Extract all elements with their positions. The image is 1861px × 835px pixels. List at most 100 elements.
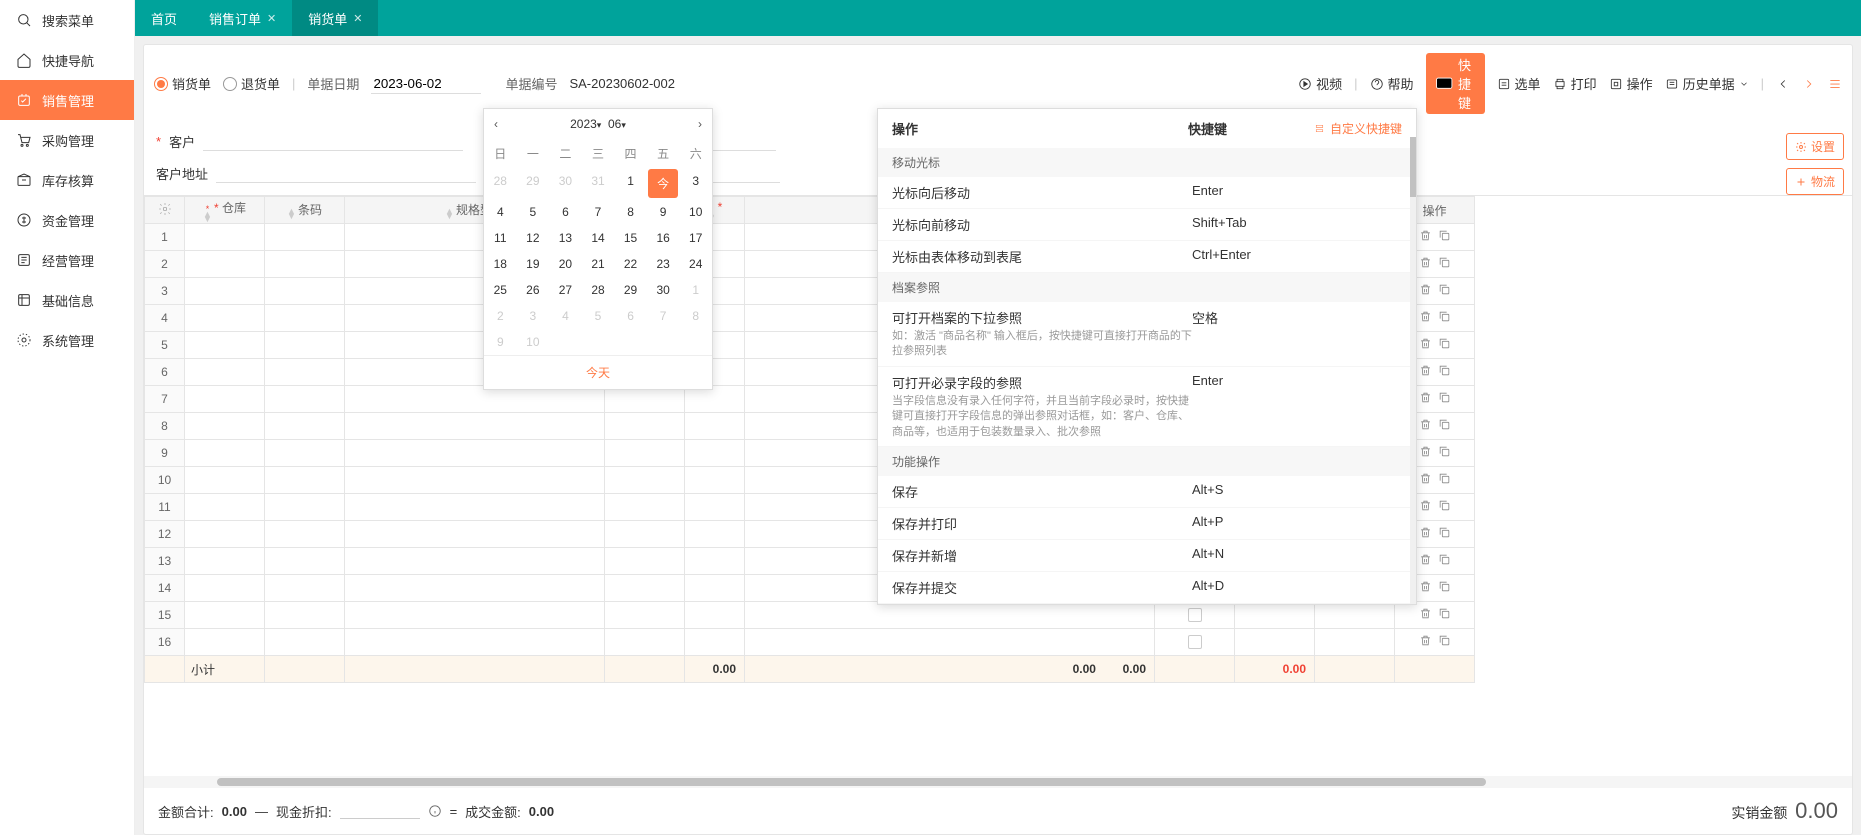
cal-today-btn[interactable]: 今天	[484, 355, 712, 389]
tab-首页[interactable]: 首页	[135, 0, 193, 36]
delete-icon[interactable]	[1419, 445, 1432, 458]
cal-day-next[interactable]: 2	[484, 303, 517, 329]
cal-day-next[interactable]: 1	[679, 277, 712, 303]
delete-icon[interactable]	[1419, 229, 1432, 242]
sidebar-item-cart[interactable]: 采购管理	[0, 120, 134, 160]
delete-icon[interactable]	[1419, 526, 1432, 539]
copy-icon[interactable]	[1438, 580, 1451, 593]
sidebar-item-home[interactable]: 快捷导航	[0, 40, 134, 80]
sidebar-item-stock[interactable]: 库存核算	[0, 160, 134, 200]
cal-day[interactable]: 19	[517, 251, 550, 277]
sc-scrollbar[interactable]	[1410, 137, 1416, 604]
cal-day[interactable]: 20	[549, 251, 582, 277]
help-link[interactable]: 帮助	[1370, 74, 1414, 93]
cal-day[interactable]: 17	[679, 225, 712, 251]
cal-day-today[interactable]: 今	[648, 169, 679, 198]
cal-day[interactable]: 13	[549, 225, 582, 251]
copy-icon[interactable]	[1438, 607, 1451, 620]
sidebar-item-sys[interactable]: 系统管理	[0, 320, 134, 360]
tab-销货单[interactable]: 销货单✕	[292, 0, 378, 36]
cal-day[interactable]: 18	[484, 251, 517, 277]
sidebar-item-search[interactable]: 搜索菜单	[0, 0, 134, 40]
history-link[interactable]: 历史单据	[1665, 74, 1749, 93]
cal-day-prev[interactable]: 30	[549, 168, 582, 199]
cal-day-next[interactable]: 6	[614, 303, 647, 329]
radio-return[interactable]: 退货单	[223, 74, 280, 93]
sidebar-item-base[interactable]: 基础信息	[0, 280, 134, 320]
settings-button[interactable]: 设置	[1786, 133, 1844, 160]
cal-day[interactable]: 16	[647, 225, 680, 251]
cal-day-prev[interactable]: 31	[582, 168, 615, 199]
gift-checkbox[interactable]	[1188, 608, 1202, 622]
customer-input[interactable]	[203, 131, 463, 151]
copy-icon[interactable]	[1438, 418, 1451, 431]
cal-day-next[interactable]: 4	[549, 303, 582, 329]
cal-day[interactable]: 28	[582, 277, 615, 303]
gift-checkbox[interactable]	[1188, 635, 1202, 649]
nav-prev[interactable]	[1776, 77, 1790, 91]
cal-day-next[interactable]: 3	[517, 303, 550, 329]
close-icon[interactable]: ✕	[353, 12, 362, 25]
copy-icon[interactable]	[1438, 310, 1451, 323]
delete-icon[interactable]	[1419, 607, 1432, 620]
operate-link[interactable]: 操作	[1609, 74, 1653, 93]
table-row[interactable]: 15	[145, 602, 1475, 629]
copy-icon[interactable]	[1438, 283, 1451, 296]
sidebar-item-biz[interactable]: 经营管理	[0, 240, 134, 280]
cal-day[interactable]: 3	[679, 168, 712, 199]
cal-day[interactable]: 10	[679, 199, 712, 225]
delete-icon[interactable]	[1419, 472, 1432, 485]
tab-销售订单[interactable]: 销售订单✕	[193, 0, 292, 36]
cal-day-next[interactable]: 5	[582, 303, 615, 329]
nav-next[interactable]	[1802, 77, 1816, 91]
delete-icon[interactable]	[1419, 634, 1432, 647]
radio-sales[interactable]: 销货单	[154, 74, 211, 93]
delete-icon[interactable]	[1419, 256, 1432, 269]
date-input[interactable]	[371, 74, 481, 94]
sidebar-item-sales[interactable]: 销售管理	[0, 80, 134, 120]
cal-day[interactable]: 25	[484, 277, 517, 303]
delete-icon[interactable]	[1419, 418, 1432, 431]
copy-icon[interactable]	[1438, 391, 1451, 404]
copy-icon[interactable]	[1438, 256, 1451, 269]
cal-prev[interactable]: ‹	[494, 117, 498, 131]
cal-day[interactable]: 21	[582, 251, 615, 277]
copy-icon[interactable]	[1438, 526, 1451, 539]
nav-list[interactable]	[1828, 77, 1842, 91]
delete-icon[interactable]	[1419, 499, 1432, 512]
cal-day[interactable]: 15	[614, 225, 647, 251]
cal-day[interactable]: 12	[517, 225, 550, 251]
cal-day[interactable]: 6	[549, 199, 582, 225]
cal-day[interactable]: 7	[582, 199, 615, 225]
cal-day[interactable]: 4	[484, 199, 517, 225]
copy-icon[interactable]	[1438, 229, 1451, 242]
cal-day[interactable]: 8	[614, 199, 647, 225]
cal-day[interactable]: 1	[614, 168, 647, 199]
horizontal-scrollbar[interactable]	[144, 776, 1852, 788]
copy-icon[interactable]	[1438, 634, 1451, 647]
cal-day[interactable]: 30	[647, 277, 680, 303]
cal-day-prev[interactable]: 28	[484, 168, 517, 199]
custom-hotkey-link[interactable]: 自定义快捷键	[1313, 120, 1402, 137]
cal-day-next[interactable]: 10	[517, 329, 550, 355]
cal-next[interactable]: ›	[698, 117, 702, 131]
delete-icon[interactable]	[1419, 580, 1432, 593]
cal-day-prev[interactable]: 29	[517, 168, 550, 199]
cal-day[interactable]: 22	[614, 251, 647, 277]
cal-day-next[interactable]: 7	[647, 303, 680, 329]
delete-icon[interactable]	[1419, 364, 1432, 377]
cal-day[interactable]: 27	[549, 277, 582, 303]
cal-day[interactable]: 29	[614, 277, 647, 303]
cal-day[interactable]: 23	[647, 251, 680, 277]
delete-icon[interactable]	[1419, 337, 1432, 350]
delete-icon[interactable]	[1419, 310, 1432, 323]
th-barcode[interactable]: ▲▼条码	[265, 197, 345, 224]
print-link[interactable]: 打印	[1553, 74, 1597, 93]
logistics-button[interactable]: 物流	[1786, 168, 1844, 195]
cal-day-next[interactable]: 8	[679, 303, 712, 329]
delete-icon[interactable]	[1419, 391, 1432, 404]
copy-icon[interactable]	[1438, 499, 1451, 512]
customer-addr-input[interactable]	[216, 163, 476, 183]
cal-day[interactable]: 24	[679, 251, 712, 277]
select-doc-link[interactable]: 选单	[1497, 74, 1541, 93]
